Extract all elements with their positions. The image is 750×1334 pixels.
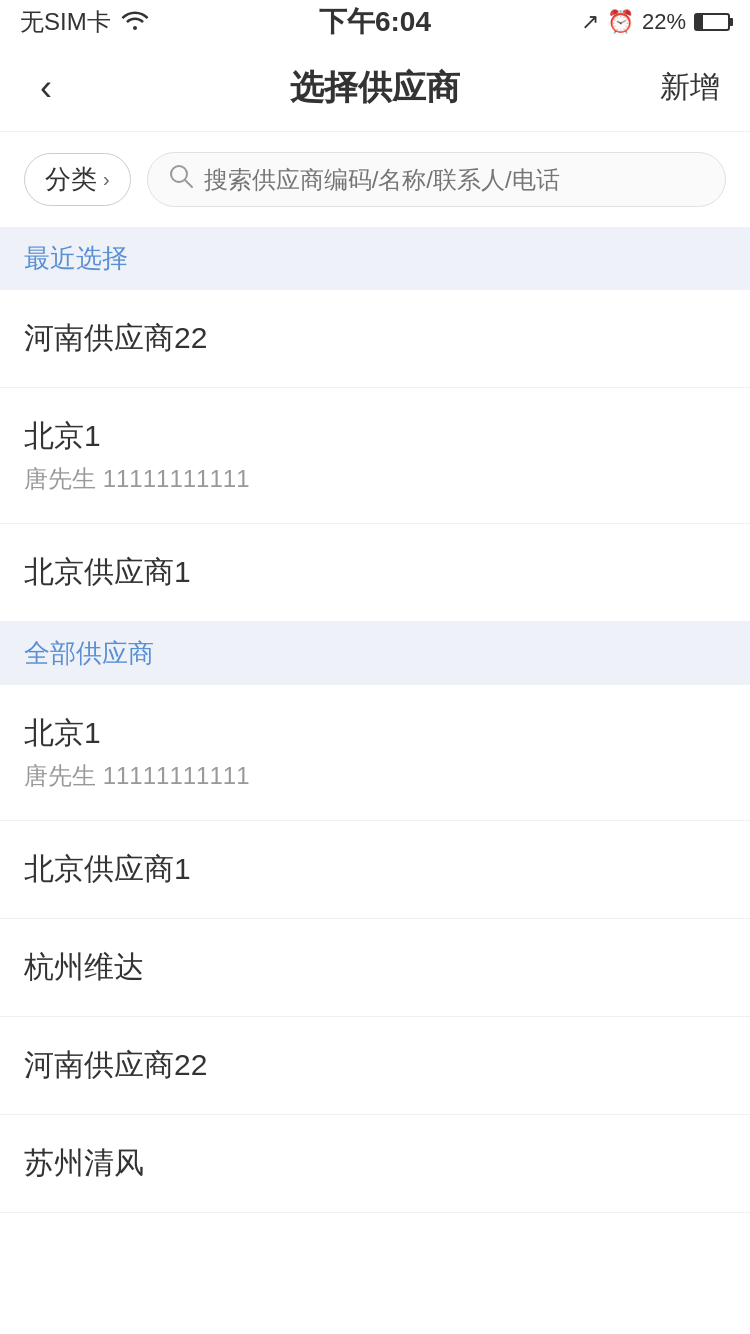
chevron-right-icon: › xyxy=(103,168,110,191)
list-item[interactable]: 北京供应商1 xyxy=(0,524,750,622)
list-item[interactable]: 河南供应商22 xyxy=(0,1017,750,1115)
recent-list: 河南供应商22 北京1 唐先生 11111111111 北京供应商1 xyxy=(0,290,750,622)
item-name: 北京供应商1 xyxy=(24,849,726,890)
search-input[interactable] xyxy=(204,166,705,194)
item-sub: 唐先生 11111111111 xyxy=(24,463,726,495)
list-item[interactable]: 北京1 唐先生 11111111111 xyxy=(0,388,750,524)
location-icon: ↗ xyxy=(581,9,599,35)
all-section-label: 全部供应商 xyxy=(24,638,154,668)
back-button[interactable]: ‹ xyxy=(30,57,62,119)
item-name: 苏州清风 xyxy=(24,1143,726,1184)
list-item[interactable]: 苏州清风 xyxy=(0,1115,750,1213)
search-icon xyxy=(168,163,194,196)
status-bar-right: ↗ ⏰ 22% xyxy=(581,9,730,35)
item-sub: 唐先生 11111111111 xyxy=(24,760,726,792)
status-bar-time: 下午6:04 xyxy=(319,3,431,41)
page-title: 选择供应商 xyxy=(290,65,460,111)
item-name: 北京1 xyxy=(24,713,726,754)
filter-bar: 分类 › xyxy=(0,132,750,227)
list-item[interactable]: 杭州维达 xyxy=(0,919,750,1017)
list-item[interactable]: 河南供应商22 xyxy=(0,290,750,388)
all-list: 北京1 唐先生 11111111111 北京供应商1 杭州维达河南供应商22 苏州清风 xyxy=(0,685,750,1213)
category-button[interactable]: 分类 › xyxy=(24,153,131,206)
add-button[interactable]: 新增 xyxy=(660,67,720,108)
item-name: 河南供应商22 xyxy=(24,318,726,359)
category-label: 分类 xyxy=(45,162,97,197)
item-name: 北京供应商1 xyxy=(24,552,726,593)
item-name: 杭州维达 xyxy=(24,947,726,988)
svg-line-1 xyxy=(185,180,192,187)
recent-section-label: 最近选择 xyxy=(24,243,128,273)
list-item[interactable]: 北京1 唐先生 11111111111 xyxy=(0,685,750,821)
carrier-label: 无SIM卡 xyxy=(20,6,111,38)
wifi-icon xyxy=(121,8,149,36)
recent-section-header: 最近选择 xyxy=(0,227,750,290)
battery-icon xyxy=(694,13,730,31)
all-section-header: 全部供应商 xyxy=(0,622,750,685)
battery-label: 22% xyxy=(642,9,686,35)
list-item[interactable]: 北京供应商1 xyxy=(0,821,750,919)
item-name: 北京1 xyxy=(24,416,726,457)
alarm-icon: ⏰ xyxy=(607,9,634,35)
status-bar-left: 无SIM卡 xyxy=(20,6,149,38)
search-box[interactable] xyxy=(147,152,726,207)
nav-bar: ‹ 选择供应商 新增 xyxy=(0,44,750,132)
status-bar: 无SIM卡 下午6:04 ↗ ⏰ 22% xyxy=(0,0,750,44)
item-name: 河南供应商22 xyxy=(24,1045,726,1086)
